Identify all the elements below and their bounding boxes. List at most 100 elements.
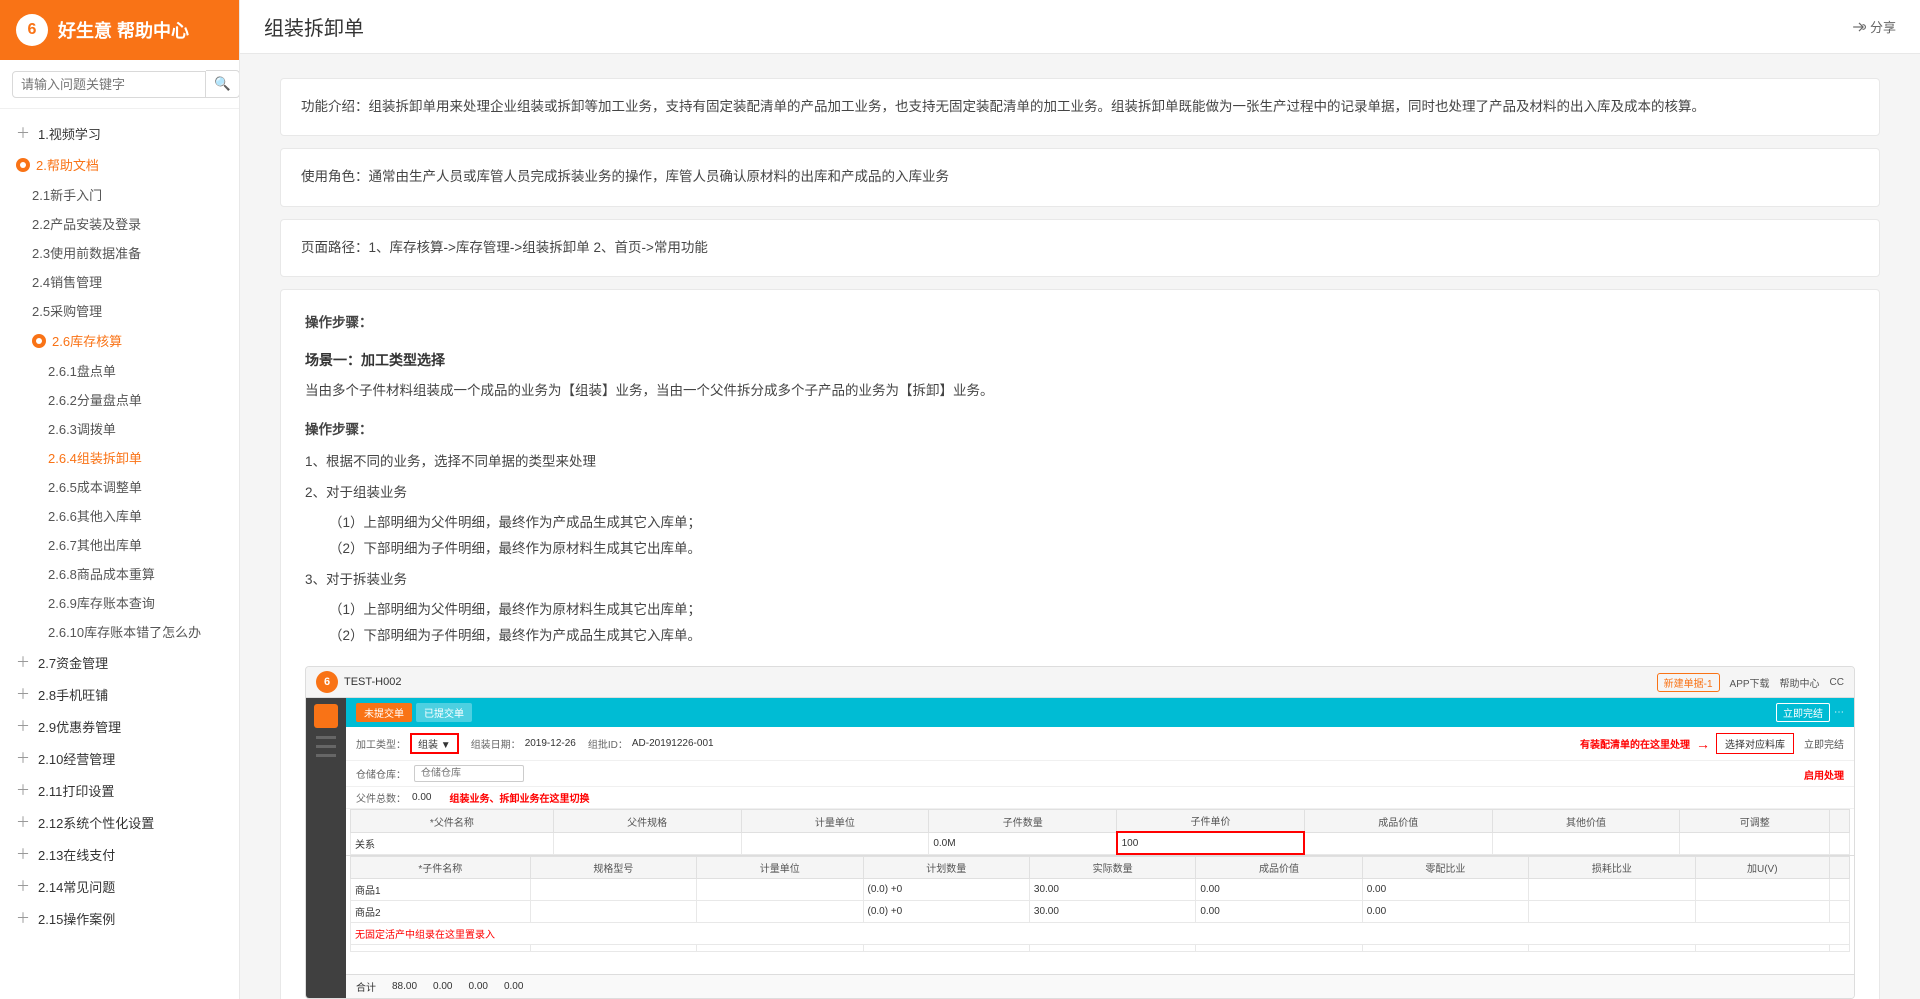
sidebar-item-adjust[interactable]: 2.6.3调拨单	[0, 414, 239, 443]
mock-field-docno: 组批ID： AD-20191226-001	[588, 736, 714, 751]
td-ops-b4	[1830, 945, 1850, 952]
sidebar-item-coupon[interactable]: ＋ 2.9优惠券管理	[0, 710, 239, 742]
plus-icon-3: ＋	[16, 684, 30, 704]
td-empty-4g	[1362, 945, 1528, 952]
mock-parent-qty: 0.00	[412, 792, 431, 803]
td-parent-name: 关系	[351, 832, 554, 854]
mock-logo: 6	[316, 671, 338, 693]
mock-sidebar-line-2	[316, 745, 336, 748]
td-parent-unit	[741, 832, 929, 854]
plus-icon-9: ＋	[16, 876, 30, 896]
sidebar-item-install[interactable]: 2.2产品安装及登录	[0, 209, 239, 238]
sidebar-item-inventory[interactable]: 2.6库存核算	[0, 325, 239, 356]
mock-top-table-wrapper: *父件名称 父件规格 计量单位 子件数量 子件单价 成品价值 其他价值 可调整	[346, 809, 1854, 856]
mock-type-label: 加工类型：	[356, 736, 406, 751]
sidebar-item-print[interactable]: ＋ 2.11打印设置	[0, 774, 239, 806]
annotation-1-box: 选择对应料库	[1716, 733, 1794, 754]
plus-icon-6: ＋	[16, 780, 30, 800]
mock-bottom-table: *子件名称 规格型号 计量单位 计划数量 实际数量 成品价值 零配比业 损耗比业	[350, 856, 1850, 952]
td-child-spec-2	[530, 901, 696, 923]
sidebar-navigation: ＋ 1.视频学习 2.帮助文档 2.1新手入门 2.2产品安装及登录 2.3使用…	[0, 109, 239, 999]
main-content: 功能介绍：组装拆卸单用来处理企业组装或拆卸等加工业务，支持有固定装配清单的产品加…	[240, 54, 1920, 999]
share-icon	[1852, 20, 1866, 34]
mock-confirm-btn[interactable]: 立即完结	[1776, 703, 1830, 722]
td-ops-b1	[1830, 879, 1850, 901]
sidebar-item-custom[interactable]: ＋ 2.12系统个性化设置	[0, 806, 239, 838]
mock-type-value: 组装 ▼	[410, 733, 459, 754]
td-child-spec-1	[530, 879, 696, 901]
mock-warehouse-input[interactable]	[414, 765, 524, 782]
annotation-3-text: 组装业务、拆卸业务在这里切换	[449, 790, 589, 805]
sidebar-item-finance[interactable]: ＋ 2.7资金管理	[0, 646, 239, 678]
step2: 2、对于组装业务	[305, 480, 1855, 506]
td-product-value	[1304, 832, 1492, 854]
sidebar-item-mobile[interactable]: ＋ 2.8手机旺铺	[0, 678, 239, 710]
page-title: 组装拆卸单	[264, 12, 364, 41]
sidebar-item-assembly[interactable]: 2.6.4组装拆卸单	[0, 443, 239, 472]
td-child-name-2: 商品2	[351, 901, 531, 923]
step2-sub2: （2）下部明细为子件明细，最终作为原材料生成其它出库单。	[305, 536, 1855, 562]
annotation-arrow-icon: →	[1696, 736, 1710, 752]
td-empty-4	[351, 945, 531, 952]
mock-nav-help: 帮助中心	[1780, 675, 1820, 690]
sidebar-item-costadj[interactable]: 2.6.5成本调整单	[0, 472, 239, 501]
footer-total2: 0.00	[433, 981, 452, 992]
table-row-b1: 商品1 (0.0) +0 30.00 0.00 0.00	[351, 879, 1850, 901]
sidebar-item-otherin[interactable]: 2.6.6其他入库单	[0, 501, 239, 530]
mock-annotation2-area: 启用处理	[1804, 766, 1844, 782]
mock-annotation-area: 有装配清单的在这里处理 → 选择对应料库 立即完结	[1580, 733, 1844, 754]
table-row-b4	[351, 945, 1850, 952]
mock-top-table-body: 关系 0.0M 100	[351, 832, 1850, 854]
td-empty-4f	[1196, 945, 1362, 952]
mock-header-actions: 立即完结 ⋯	[1776, 703, 1844, 722]
sidebar-item-goodscost[interactable]: 2.6.8商品成本重算	[0, 559, 239, 588]
sidebar-item-purchase[interactable]: 2.5采购管理	[0, 296, 239, 325]
sidebar-item-stocktake[interactable]: 2.6.1盘点单	[0, 356, 239, 385]
mock-app-header: 6 TEST-H002 新建单据-1 APP下载 帮助中心 CC	[306, 667, 1854, 698]
sidebar-header: 6 好生意 帮助中心	[0, 0, 239, 60]
footer-total3: 0.00	[469, 981, 488, 992]
sidebar-item-faq[interactable]: ＋ 2.14常见问题	[0, 870, 239, 902]
search-input[interactable]	[12, 71, 206, 98]
main-area: 组装拆卸单 分享 功能介绍：组装拆卸单用来处理企业组装或拆卸等加工业务，支持有固…	[240, 0, 1920, 999]
th-product-value: 成品价值	[1304, 810, 1492, 833]
sidebar-item-ops[interactable]: ＋ 2.10经营管理	[0, 742, 239, 774]
sidebar-item-docs[interactable]: 2.帮助文档	[0, 149, 239, 180]
mock-footer-totals: 合计 88.00 0.00 0.00 0.00	[346, 974, 1854, 998]
td-actual-1: 30.00	[1029, 879, 1195, 901]
td-empty-4h	[1529, 945, 1695, 952]
mock-docno-label: 组批ID：	[588, 736, 628, 751]
th-ops	[1830, 810, 1850, 833]
sidebar-item-predata[interactable]: 2.3使用前数据准备	[0, 238, 239, 267]
td-ratio-2: 0.00	[1362, 901, 1528, 923]
steps-container: 操作步骤： 场景一：加工类型选择 当由多个子件材料组装成一个成品的业务为【组装】…	[280, 289, 1880, 999]
sidebar-item-partstocktake[interactable]: 2.6.2分量盘点单	[0, 385, 239, 414]
sidebar-item-cases[interactable]: ＋ 2.15操作案例	[0, 902, 239, 934]
th-parent-unit: 计量单位	[741, 810, 929, 833]
sidebar-item-stockcheck[interactable]: 2.6.9库存账本查询	[0, 588, 239, 617]
sidebar-item-video[interactable]: ＋ 1.视频学习	[0, 117, 239, 149]
sidebar-item-newbie[interactable]: 2.1新手入门	[0, 180, 239, 209]
td-child-unit-1	[697, 879, 863, 901]
share-button[interactable]: 分享	[1852, 17, 1896, 36]
td-child-unit-2	[697, 901, 863, 923]
td-ops-b2	[1830, 901, 1850, 923]
search-button[interactable]: 🔍	[206, 70, 240, 98]
mock-orange-btn: 新建单据-1	[1657, 673, 1720, 692]
sidebar-item-sales[interactable]: 2.4销售管理	[0, 267, 239, 296]
mock-bottom-table-body: 商品1 (0.0) +0 30.00 0.00 0.00	[351, 879, 1850, 952]
mock-sidebar-line-3	[316, 754, 336, 757]
mock-top-table-header: *父件名称 父件规格 计量单位 子件数量 子件单价 成品价值 其他价值 可调整	[351, 810, 1850, 833]
active-circle-icon	[16, 158, 30, 172]
plus-icon-4: ＋	[16, 716, 30, 736]
th-child-price: 子件单价	[1117, 810, 1305, 833]
footer-total4: 0.00	[504, 981, 523, 992]
th-adjustable: 可调整	[1680, 810, 1830, 833]
sidebar-item-pay[interactable]: ＋ 2.13在线支付	[0, 838, 239, 870]
role-intro-box: 使用角色：通常由生产人员或库管人员完成拆装业务的操作，库管人员确认原材料的出库和…	[280, 148, 1880, 206]
app-logo: 6	[16, 14, 48, 46]
sidebar-item-stockerr[interactable]: 2.6.10库存账本错了怎么办	[0, 617, 239, 646]
mock-sidebar-btn	[314, 704, 338, 728]
plus-icon-7: ＋	[16, 812, 30, 832]
sidebar-item-otherout[interactable]: 2.6.7其他出库单	[0, 530, 239, 559]
